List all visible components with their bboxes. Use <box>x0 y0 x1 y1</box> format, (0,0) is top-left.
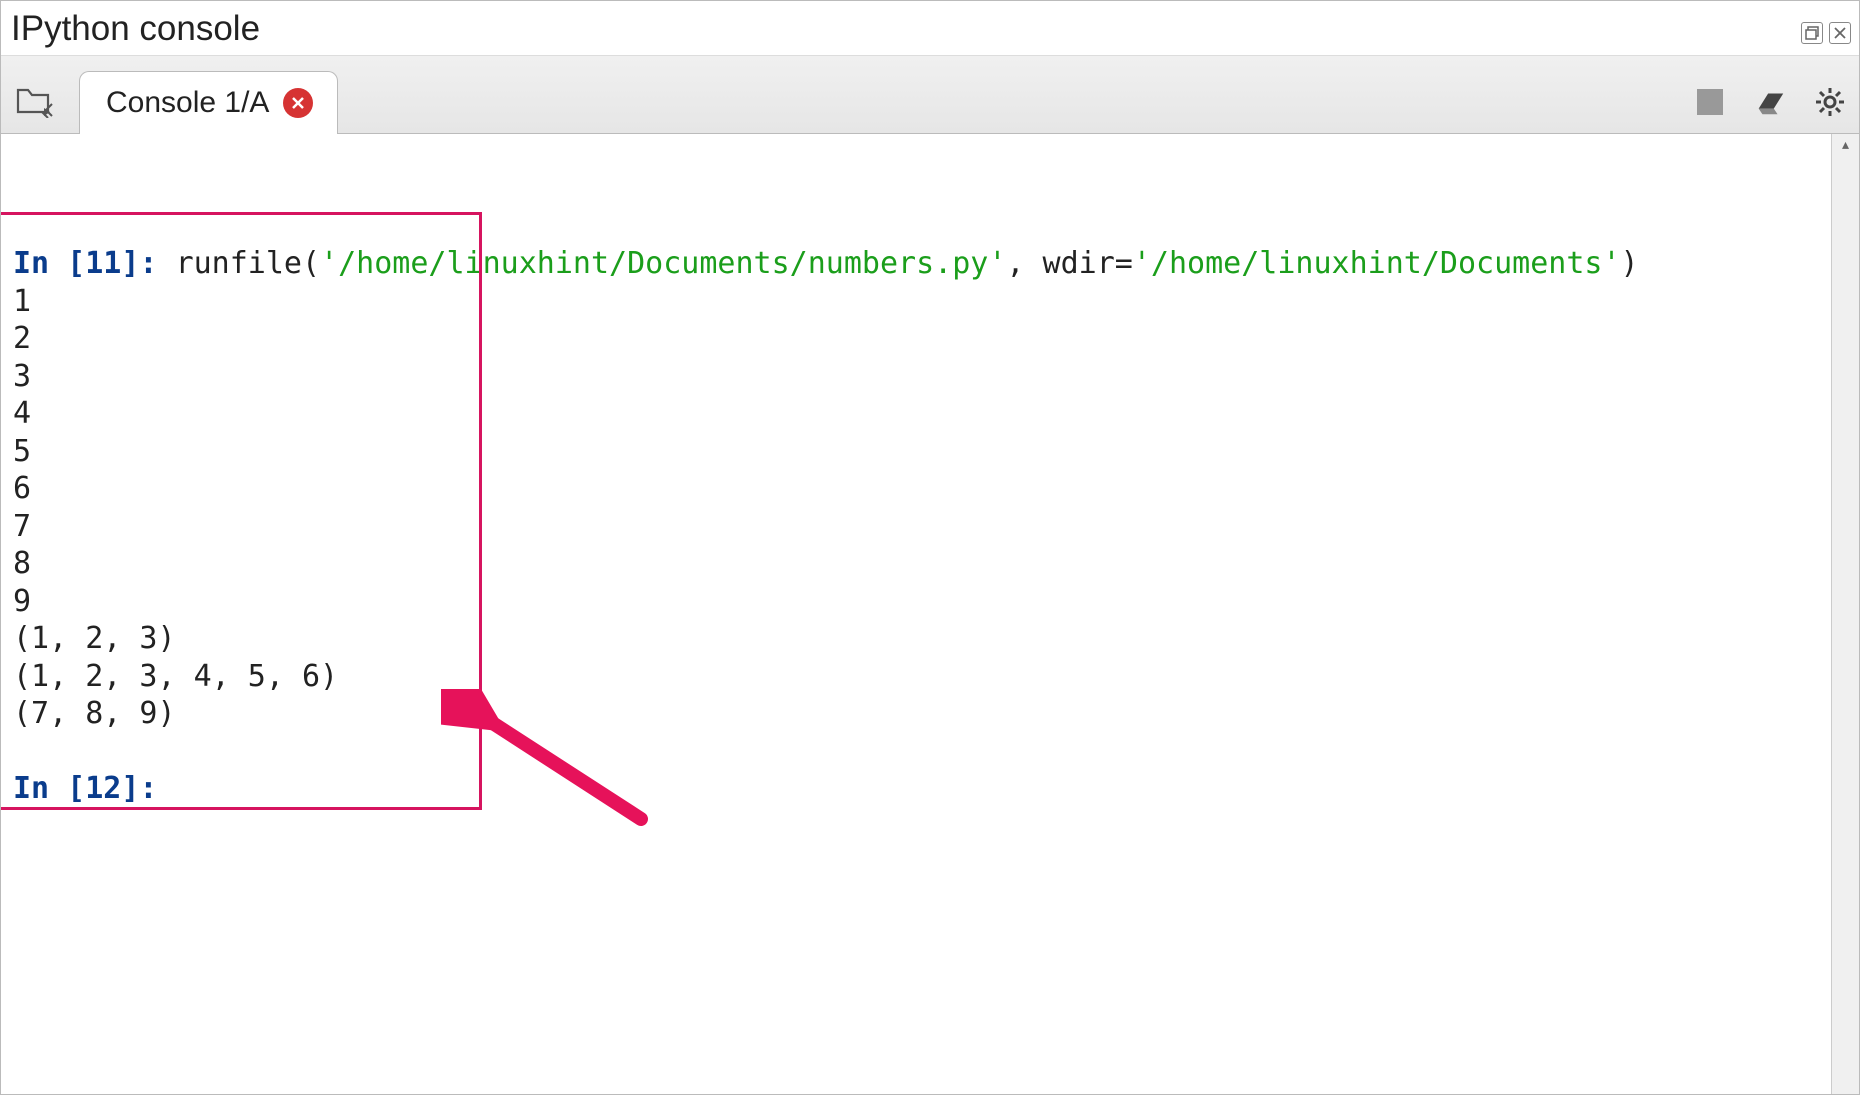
console-area: In [11]: runfile('/home/linuxhint/Docume… <box>1 134 1859 1094</box>
output-line: 9 <box>13 583 1823 621</box>
output-line: 4 <box>13 395 1823 433</box>
output-line: 8 <box>13 545 1823 583</box>
browse-folder-button[interactable] <box>13 79 57 123</box>
tab-label: Console 1/A <box>106 86 269 120</box>
vertical-scrollbar[interactable]: ▴ <box>1831 134 1859 1094</box>
prompt-in: In [ <box>13 771 85 806</box>
output-line: (7, 8, 9) <box>13 695 1823 733</box>
toolbar-right <box>1693 85 1847 119</box>
ipython-console-panel: IPython console Console 1/A <box>0 0 1860 1095</box>
title-bar: IPython console <box>1 1 1859 56</box>
close-panel-icon[interactable] <box>1829 22 1851 44</box>
gear-icon[interactable] <box>1813 85 1847 119</box>
title-bar-icons <box>1801 16 1851 44</box>
output-line: (1, 2, 3) <box>13 620 1823 658</box>
output-line: 2 <box>13 320 1823 358</box>
restore-icon[interactable] <box>1801 22 1823 44</box>
console-output[interactable]: In [11]: runfile('/home/linuxhint/Docume… <box>1 134 1831 1094</box>
prompt-number: 12 <box>85 771 121 806</box>
prompt-number: 11 <box>85 246 121 281</box>
output-line: 5 <box>13 433 1823 471</box>
panel-title: IPython console <box>11 5 260 55</box>
clear-icon[interactable] <box>1753 85 1787 119</box>
output-line: (1, 2, 3, 4, 5, 6) <box>13 658 1823 696</box>
output-line: 1 <box>13 283 1823 321</box>
output-line: 7 <box>13 508 1823 546</box>
console-tab[interactable]: Console 1/A <box>79 71 338 134</box>
output-line: 3 <box>13 358 1823 396</box>
prompt-in: In [ <box>13 246 85 281</box>
toolbar: Console 1/A <box>1 56 1859 134</box>
stop-icon[interactable] <box>1693 85 1727 119</box>
scroll-up-icon[interactable]: ▴ <box>1832 136 1859 153</box>
output-line: 6 <box>13 470 1823 508</box>
close-tab-icon[interactable] <box>283 88 313 118</box>
